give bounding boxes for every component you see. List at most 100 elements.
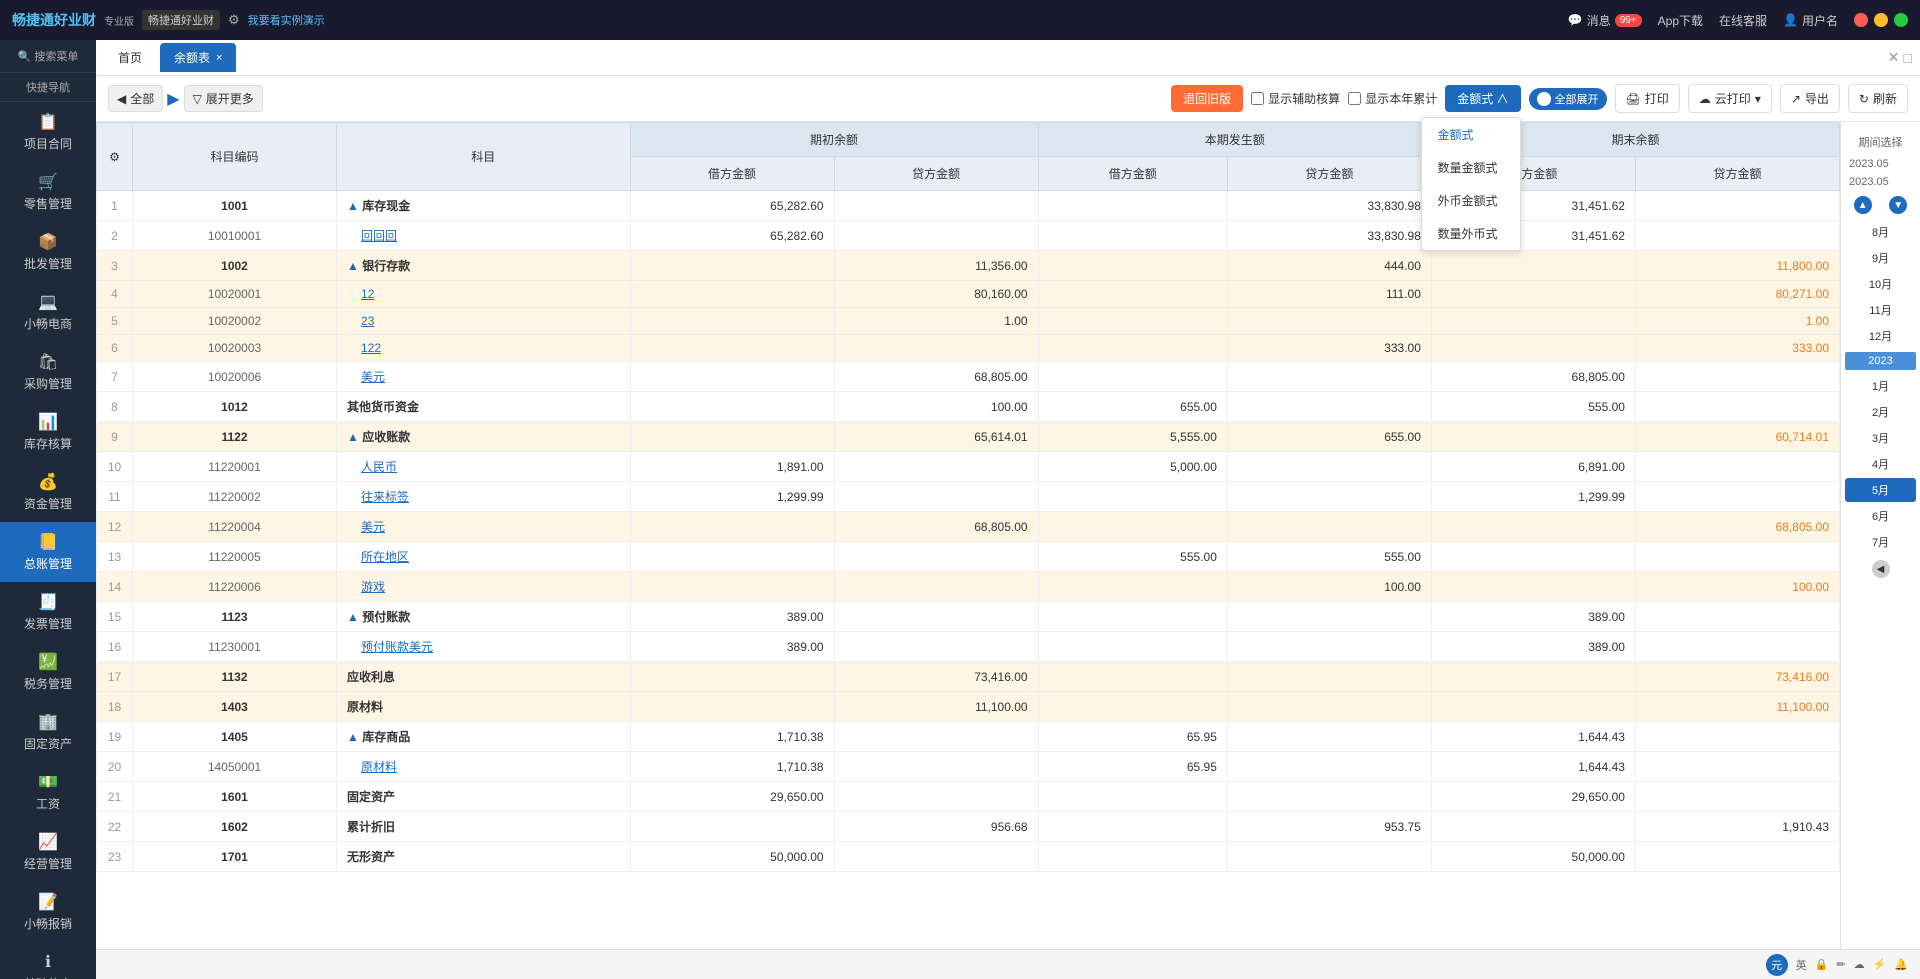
message-btn[interactable]: 💬 消息 99+ [1568,12,1642,29]
sidebar-item-operations[interactable]: 📈 经营管理 [0,822,96,882]
period-collapse-btn[interactable]: ◀ [1845,560,1916,578]
table-row-name[interactable]: 美元 [337,362,631,392]
sidebar-item-inventory[interactable]: 📊 库存核算 [0,402,96,462]
table-row-name[interactable]: 原材料 [337,752,631,782]
sidebar-item-expense[interactable]: 📝 小畅报销 [0,882,96,942]
table-row-ob-credit [834,482,1038,512]
edit-icon[interactable]: ✏ [1836,958,1845,971]
style-option-qty-foreign[interactable]: 数量外币式 [1422,217,1520,250]
show-ytd-checkbox[interactable]: 显示本年累计 [1348,90,1437,107]
win-max-btn[interactable] [1894,13,1908,27]
cloud-icon[interactable]: ☁ [1854,958,1865,971]
print-btn[interactable]: 🖨 打印 [1615,84,1680,113]
style-option-amount[interactable]: 金额式 [1422,118,1520,151]
expand-all-toggle[interactable]: 全部展开 [1529,88,1607,110]
table-row-cb-credit [1635,842,1839,872]
sidebar-item-tax[interactable]: 💹 税务管理 [0,642,96,702]
app-download-btn[interactable]: App下载 [1658,12,1703,29]
table-row-name[interactable]: 美元 [337,512,631,542]
sidebar-item-assets[interactable]: 🏢 固定资产 [0,702,96,762]
table-row-pd-debit [1038,632,1227,662]
lightning-icon[interactable]: ⚡ [1873,958,1887,971]
lang-icon[interactable]: 英 [1796,957,1807,973]
bell-icon[interactable]: 🔔 [1894,958,1908,971]
tab-balance[interactable]: 余额表 × [160,43,236,72]
sidebar-item-wholesale[interactable]: 📦 批发管理 [0,222,96,282]
nav-arrow-icon[interactable]: ▶ [167,89,179,109]
sidebar-item-retail[interactable]: 🛒 零售管理 [0,162,96,222]
table-row-cb-debit: 389.00 [1431,602,1635,632]
ytd-checkbox-input[interactable] [1348,92,1361,105]
expand-icon: ▽ [193,92,202,106]
period-up-btn[interactable]: ▲ [1854,196,1872,214]
period-11[interactable]: 11月 [1845,298,1916,322]
table-row-name[interactable]: 122 [337,335,631,362]
table-row-num: 14 [97,572,133,602]
style-dropdown-btn[interactable]: 金额式 ∧ [1445,85,1520,112]
table-row-name[interactable]: 游戏 [337,572,631,602]
period-down-btn[interactable]: ▼ [1889,196,1907,214]
sidebar-item-invoice[interactable]: 🧾 发票管理 [0,582,96,642]
table-row-name[interactable]: 所在地区 [337,542,631,572]
table-row-name[interactable]: 12 [337,281,631,308]
period-10[interactable]: 10月 [1845,272,1916,296]
tab-bar-close-btn[interactable]: ✕ [1888,49,1900,66]
online-service-btn[interactable]: 在线客服 [1719,12,1767,29]
table-row-pd-credit: 33,830.98 [1227,191,1431,221]
title-bar-input[interactable]: 畅捷通好业财 [142,10,220,30]
table-row-name[interactable]: 往来标签 [337,482,631,512]
demo-link[interactable]: 我要看实例演示 [248,12,325,28]
expand-more-btn[interactable]: ▽ 展开更多 [184,85,263,112]
window-controls [1854,13,1908,27]
cloud-print-btn[interactable]: ☁ 云打印 ▾ [1688,84,1772,113]
sidebar-search[interactable]: 🔍 搜索菜单 [0,40,96,73]
refresh-btn[interactable]: ↻ 刷新 [1848,84,1908,113]
period-1[interactable]: 1月 [1845,374,1916,398]
show-auxiliary-checkbox[interactable]: 显示辅助核算 [1251,90,1340,107]
table-row-ob-debit [630,512,834,542]
tab-home[interactable]: 首页 [104,43,156,72]
table-row-name[interactable]: 预付账款美元 [337,632,631,662]
back-period-btn[interactable]: 退回旧版 [1171,85,1243,112]
period-2[interactable]: 2月 [1845,400,1916,424]
sidebar-item-finance[interactable]: 💰 资金管理 [0,462,96,522]
sidebar-item-ecommerce[interactable]: 💻 小畅电商 [0,282,96,342]
table-row-name[interactable]: 23 [337,308,631,335]
table-row-cb-debit [1431,812,1635,842]
period-4[interactable]: 4月 [1845,452,1916,476]
auxiliary-checkbox-input[interactable] [1251,92,1264,105]
period-7[interactable]: 7月 [1845,530,1916,554]
toggle-indicator [1537,92,1551,106]
period-3[interactable]: 3月 [1845,426,1916,450]
lock-icon[interactable]: 🔒 [1815,958,1829,971]
period-5[interactable]: 5月 [1845,478,1916,502]
project-icon: 📋 [38,112,58,132]
table-row-name[interactable]: 人民币 [337,452,631,482]
export-btn[interactable]: ↗ 导出 [1780,84,1840,113]
style-option-qty-amount[interactable]: 数量金额式 [1422,151,1520,184]
tab-bar-max-btn[interactable]: □ [1904,49,1912,66]
all-accounts-btn[interactable]: ◀ 全部 [108,85,163,112]
table-row-name[interactable]: 回回回 [337,221,631,251]
sidebar-item-payroll[interactable]: 💵 工资 [0,762,96,822]
table-row-code: 11220006 [133,572,337,602]
ecommerce-icon: 💻 [38,292,58,312]
sidebar-item-purchase[interactable]: 🛍 采购管理 [0,342,96,402]
win-close-btn[interactable] [1854,13,1868,27]
yuan-icon[interactable]: 元 [1766,954,1788,976]
period-9[interactable]: 9月 [1845,246,1916,270]
style-option-foreign-amount[interactable]: 外币金额式 [1422,184,1520,217]
sidebar-item-basic[interactable]: ℹ 基础信息 [0,942,96,979]
tab-close-btn[interactable]: × [216,52,222,64]
period-6[interactable]: 6月 [1845,504,1916,528]
sidebar-item-ledger[interactable]: 📒 总账管理 [0,522,96,582]
period-8[interactable]: 8月 [1845,220,1916,244]
sidebar-quick-nav[interactable]: 快捷导航 [0,73,96,102]
title-settings-icon[interactable]: ⚙ [228,12,240,28]
win-min-btn[interactable] [1874,13,1888,27]
th-settings[interactable]: ⚙ [97,123,133,191]
period-12[interactable]: 12月 [1845,324,1916,348]
table-row-ob-credit [834,542,1038,572]
sidebar-item-project[interactable]: 📋 项目合同 [0,102,96,162]
user-avatar[interactable]: 👤 用户名 [1783,12,1838,29]
